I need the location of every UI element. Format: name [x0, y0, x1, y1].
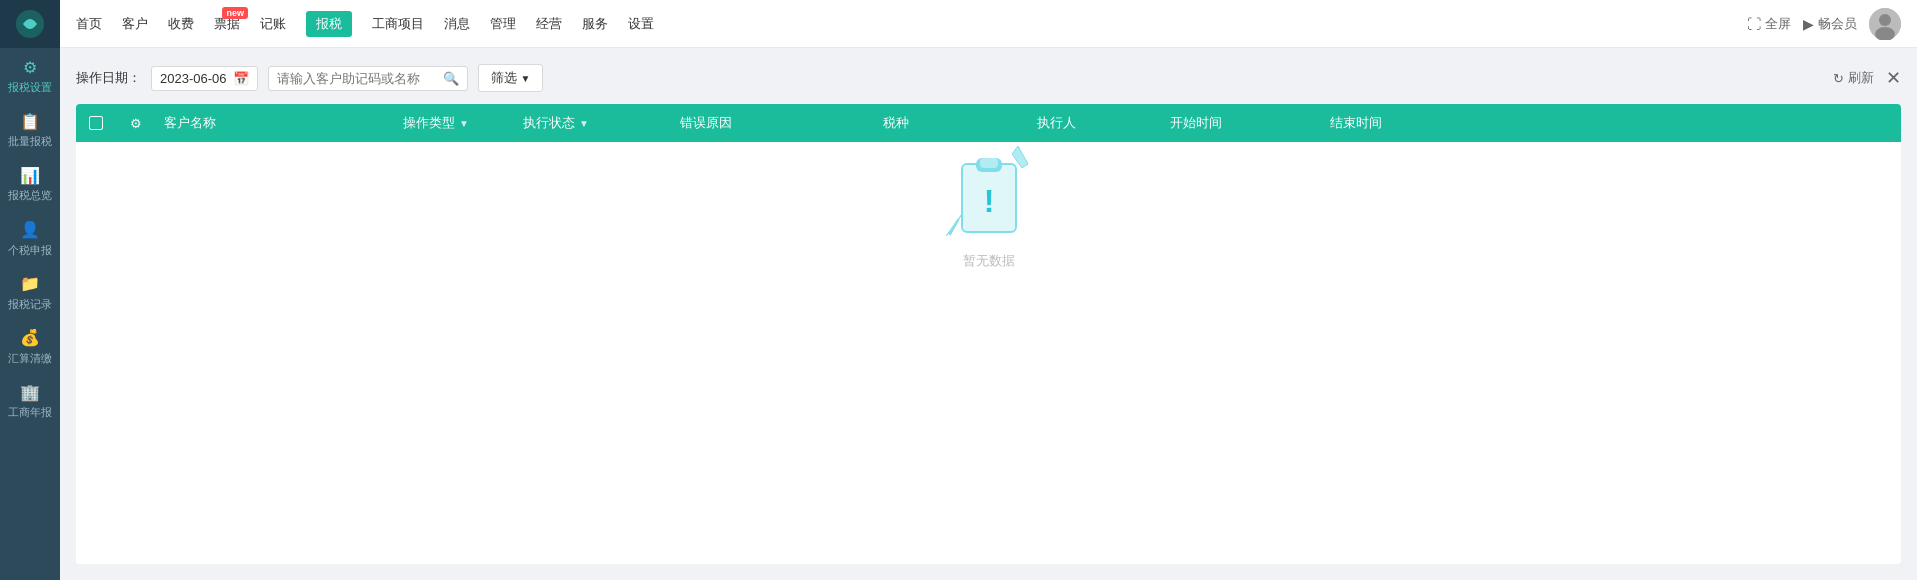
fullscreen-label: 全屏	[1765, 15, 1791, 33]
user-avatar[interactable]	[1869, 8, 1901, 40]
sidebar-item-label: 批量报税	[8, 135, 52, 148]
settings-icon: ⚙	[130, 116, 142, 131]
fullscreen-icon: ⛶	[1747, 16, 1761, 32]
th-end-time: 结束时间	[1276, 104, 1436, 142]
refresh-icon: ↻	[1833, 71, 1844, 86]
search-input[interactable]	[277, 71, 439, 86]
sidebar-item-piliang-baoshui[interactable]: 📋 批量报税	[0, 102, 60, 156]
toolbar: 操作日期： 2023-06-06 📅 🔍 筛选 ▼ ↻ 刷新	[76, 64, 1901, 92]
sidebar-item-geshui-shenbao[interactable]: 👤 个税申报	[0, 211, 60, 265]
th-settings[interactable]: ⚙	[116, 106, 156, 141]
sidebar-item-huisuan-jiaona[interactable]: 💰 汇算清缴	[0, 319, 60, 373]
table-header: ⚙ 客户名称 操作类型 ▼ 执行状态 ▼ 错误原因	[76, 104, 1901, 142]
sidebar-item-baoshui-shezhi[interactable]: ⚙ 报税设置	[0, 48, 60, 102]
gongshang-nianbao-icon: 🏢	[19, 381, 41, 403]
sort-operation-type-icon: ▼	[459, 118, 469, 129]
piliang-baoshui-icon: 📋	[19, 110, 41, 132]
topnav-right: ⛶ 全屏 ▶ 畅会员	[1747, 8, 1901, 40]
search-box: 🔍	[268, 66, 468, 91]
select-all-checkbox[interactable]	[89, 116, 103, 130]
member-icon: ▶	[1803, 16, 1814, 32]
sidebar-item-label: 报税设置	[8, 81, 52, 94]
chevron-down-icon: ▼	[521, 73, 531, 84]
th-operation-type[interactable]: 操作类型 ▼	[376, 104, 496, 142]
empty-icon: !	[944, 142, 1034, 242]
table-body: ! 暂无数据	[76, 142, 1901, 564]
nav-piaoju[interactable]: 票据 new	[214, 11, 240, 37]
refresh-label: 刷新	[1848, 69, 1874, 87]
nav-shoufei[interactable]: 收费	[168, 11, 194, 37]
nav-customer[interactable]: 客户	[122, 11, 148, 37]
calendar-icon: 📅	[233, 71, 249, 86]
sort-exec-status-icon: ▼	[579, 118, 589, 129]
sidebar-item-label: 个税申报	[8, 244, 52, 257]
geshui-shenbao-icon: 👤	[19, 219, 41, 241]
nav-gongshang[interactable]: 工商项目	[372, 11, 424, 37]
nav-guanli[interactable]: 管理	[490, 11, 516, 37]
nav-xiaoxi[interactable]: 消息	[444, 11, 470, 37]
sidebar-item-label: 报税总览	[8, 189, 52, 202]
svg-rect-10	[980, 158, 998, 168]
sidebar-item-label: 报税记录	[8, 298, 52, 311]
empty-state: ! 暂无数据	[76, 142, 1901, 270]
th-checkbox[interactable]	[76, 106, 116, 140]
member-button[interactable]: ▶ 畅会员	[1803, 15, 1857, 33]
nav-shezhi[interactable]: 设置	[628, 11, 654, 37]
th-executor: 执行人	[996, 104, 1116, 142]
th-tax-type: 税种	[796, 104, 996, 142]
sidebar-item-label: 汇算清缴	[8, 352, 52, 365]
date-picker[interactable]: 2023-06-06 📅	[151, 66, 258, 91]
empty-text: 暂无数据	[963, 252, 1015, 270]
date-label: 操作日期：	[76, 69, 141, 87]
svg-text:!: !	[983, 183, 994, 219]
sidebar: ⚙ 报税设置 📋 批量报税 📊 报税总览 👤 个税申报 📁 报税记录 💰 汇算清…	[0, 0, 60, 580]
main-area: 首页 客户 收费 票据 new 记账 报税 工商项目 消息 管理 经营 服务 设…	[60, 0, 1917, 580]
filter-label: 筛选	[491, 69, 517, 87]
th-exec-status[interactable]: 执行状态 ▼	[496, 104, 616, 142]
baoshui-zonglang-icon: 📊	[19, 164, 41, 186]
refresh-button[interactable]: ↻ 刷新	[1833, 69, 1874, 87]
filter-button[interactable]: 筛选 ▼	[478, 64, 544, 92]
svg-marker-7	[946, 214, 962, 236]
nav-menu: 首页 客户 收费 票据 new 记账 报税 工商项目 消息 管理 经营 服务 设…	[76, 11, 654, 37]
huisuan-jiaona-icon: 💰	[19, 327, 41, 349]
nav-fuwu[interactable]: 服务	[582, 11, 608, 37]
th-start-time: 开始时间	[1116, 104, 1276, 142]
topnav: 首页 客户 收费 票据 new 记账 报税 工商项目 消息 管理 经营 服务 设…	[60, 0, 1917, 48]
nav-baoshui[interactable]: 报税	[306, 11, 352, 37]
content-area: 操作日期： 2023-06-06 📅 🔍 筛选 ▼ ↻ 刷新	[60, 48, 1917, 580]
baoshui-jilu-icon: 📁	[19, 273, 41, 295]
th-error-reason: 错误原因	[616, 104, 796, 142]
sidebar-item-baoshui-jilu[interactable]: 📁 报税记录	[0, 265, 60, 319]
nav-home[interactable]: 首页	[76, 11, 102, 37]
nav-jingying[interactable]: 经营	[536, 11, 562, 37]
piaoju-badge: new	[222, 7, 248, 19]
toolbar-right: ↻ 刷新 ✕	[1833, 67, 1901, 89]
search-icon: 🔍	[443, 71, 459, 86]
baoshui-shezhi-icon: ⚙	[19, 56, 41, 78]
member-label: 畅会员	[1818, 15, 1857, 33]
svg-point-2	[1879, 14, 1891, 26]
nav-jizhan[interactable]: 记账	[260, 11, 286, 37]
logo[interactable]	[0, 0, 60, 48]
table: ⚙ 客户名称 操作类型 ▼ 执行状态 ▼ 错误原因	[76, 104, 1901, 564]
sidebar-item-label: 工商年报	[8, 406, 52, 419]
date-value: 2023-06-06	[160, 71, 227, 86]
sidebar-item-baoshui-zonglang[interactable]: 📊 报税总览	[0, 156, 60, 210]
th-customer-name: 客户名称	[156, 104, 376, 142]
page-content: 操作日期： 2023-06-06 📅 🔍 筛选 ▼ ↻ 刷新	[60, 48, 1917, 580]
fullscreen-button[interactable]: ⛶ 全屏	[1747, 15, 1791, 33]
close-button[interactable]: ✕	[1886, 67, 1901, 89]
sidebar-item-gongshang-nianbao[interactable]: 🏢 工商年报	[0, 373, 60, 427]
